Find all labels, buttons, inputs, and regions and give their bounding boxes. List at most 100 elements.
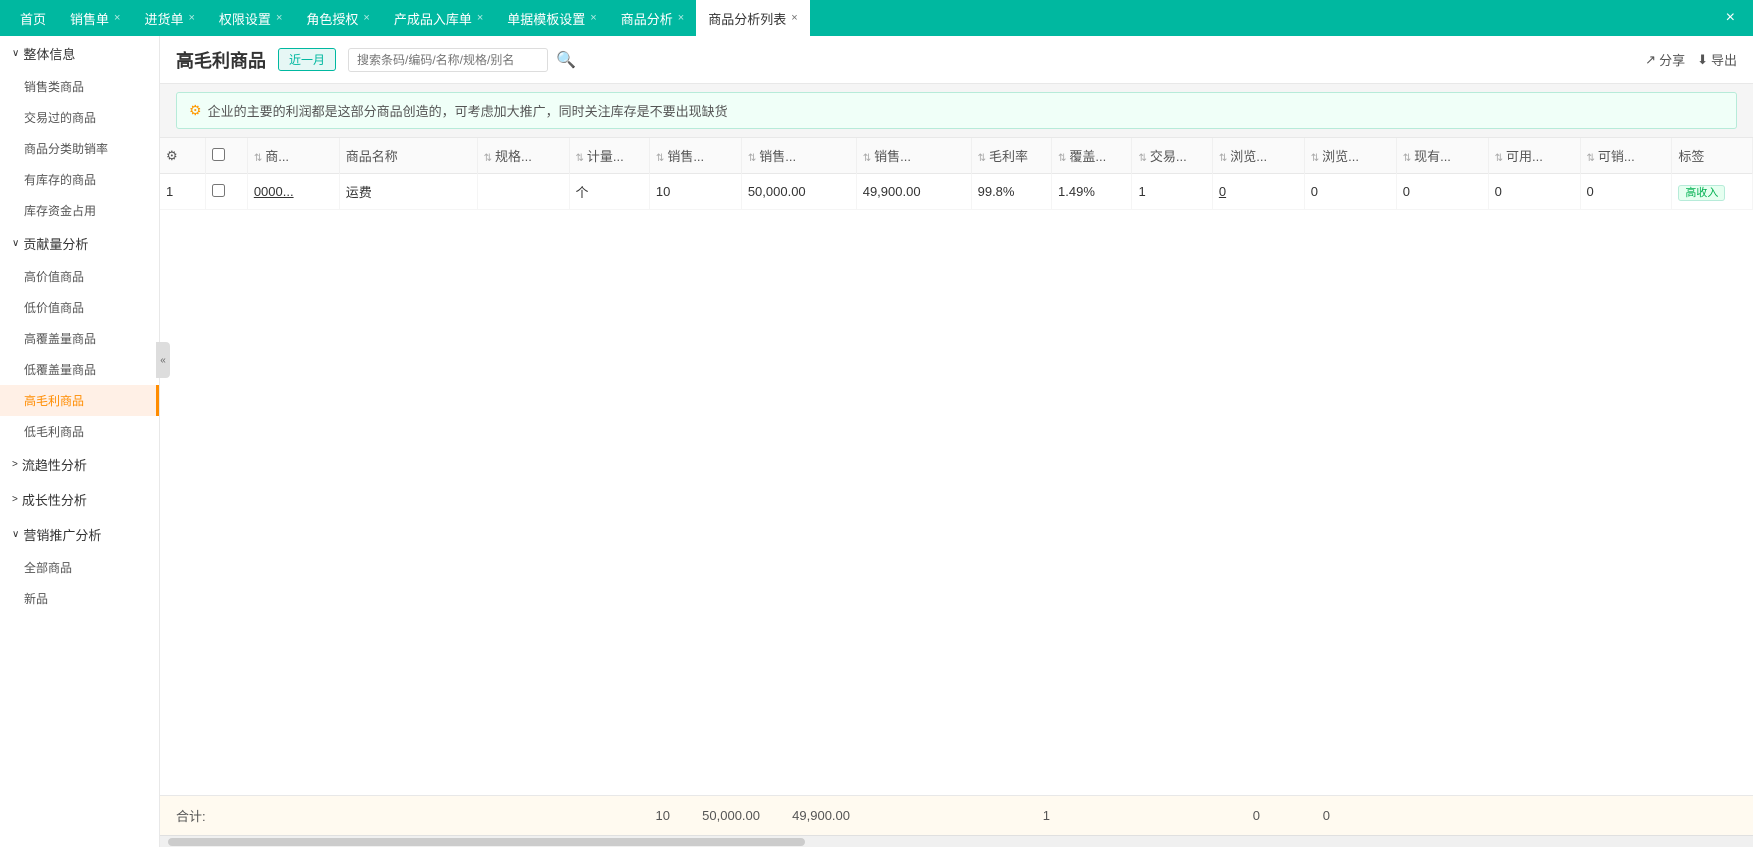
table-cell-8: 49,900.00 bbox=[856, 174, 971, 210]
section-arrow: ∨ bbox=[12, 529, 19, 540]
col-header-9[interactable]: 毛利率 bbox=[971, 138, 1051, 174]
nav-close-icon[interactable]: × bbox=[678, 12, 684, 24]
product-tag: 高收入 bbox=[1678, 185, 1725, 201]
settings-icon[interactable]: ⚙ bbox=[166, 148, 178, 163]
col-header-15[interactable]: 可用... bbox=[1488, 138, 1580, 174]
col-header-1 bbox=[206, 138, 247, 174]
search-icon-button[interactable]: 🔍 bbox=[556, 50, 576, 70]
footer-current: 0 bbox=[1196, 808, 1266, 823]
sidebar: ∨整体信息销售类商品交易过的商品商品分类助销率有库存的商品库存资金占用 ∨ 贡献量分… bbox=[0, 36, 160, 847]
footer-label: 合计: bbox=[176, 806, 296, 825]
col-header-13[interactable]: 浏览... bbox=[1304, 138, 1396, 174]
nav-close-icon[interactable]: × bbox=[188, 12, 194, 24]
sidebar-item-低价值商品[interactable]: 低价值商品 bbox=[0, 292, 159, 323]
sidebar-wrapper: ∨整体信息销售类商品交易过的商品商品分类助销率有库存的商品库存资金占用 ∨ 贡献量分… bbox=[0, 36, 160, 847]
nav-close-icon[interactable]: × bbox=[363, 12, 369, 24]
nav-item-产成品入库单[interactable]: 产成品入库单× bbox=[382, 0, 495, 36]
footer-totals: 合计: 10 50,000.00 49,900.00 1 0 0 bbox=[160, 795, 1753, 835]
alert-icon: ⚙ bbox=[189, 102, 202, 119]
col-header-10[interactable]: 覆盖... bbox=[1052, 138, 1132, 174]
table-row: 10000...运费个1050,000.0049,900.0099.8%1.49… bbox=[160, 174, 1753, 210]
nav-item-商品分析列表[interactable]: 商品分析列表× bbox=[696, 0, 809, 36]
row-checkbox[interactable] bbox=[212, 184, 225, 197]
nav-item-进货单[interactable]: 进货单× bbox=[132, 0, 206, 36]
col-header-11[interactable]: 交易... bbox=[1132, 138, 1212, 174]
date-filter-button[interactable]: 近一月 bbox=[278, 48, 336, 71]
col-header-17: 标签 bbox=[1672, 138, 1753, 174]
share-button[interactable]: ↗ 分享 bbox=[1645, 50, 1685, 69]
footer-available: 0 bbox=[1266, 808, 1336, 823]
sidebar-item-有库存的商品[interactable]: 有库存的商品 bbox=[0, 164, 159, 195]
col-header-4[interactable]: 规格... bbox=[477, 138, 569, 174]
footer-sales2: 50,000.00 bbox=[676, 808, 766, 823]
col-header-6[interactable]: 销售... bbox=[649, 138, 741, 174]
section-arrow: ∨ bbox=[12, 238, 19, 249]
sidebar-collapse-button[interactable]: « bbox=[156, 342, 170, 378]
sidebar-item-低毛利商品[interactable]: 低毛利商品 bbox=[0, 416, 159, 447]
section-arrow: > bbox=[12, 459, 18, 470]
table-cell-9: 99.8% bbox=[971, 174, 1051, 210]
sidebar-section-成长性分析[interactable]: >成长性分析 bbox=[0, 482, 159, 517]
col-header-0: ⚙ bbox=[160, 138, 206, 174]
table-cell-16: 0 bbox=[1580, 174, 1672, 210]
table-cell-15: 0 bbox=[1488, 174, 1580, 210]
nav-item-销售单[interactable]: 销售单× bbox=[58, 0, 132, 36]
nav-close-icon[interactable]: × bbox=[791, 12, 797, 24]
share-icon: ↗ bbox=[1645, 52, 1656, 68]
select-all-checkbox[interactable] bbox=[212, 148, 225, 161]
close-window-button[interactable]: × bbox=[1716, 9, 1745, 27]
col-header-3: 商品名称 bbox=[339, 138, 477, 174]
nav-item-商品分析[interactable]: 商品分析× bbox=[609, 0, 696, 36]
nav-close-icon[interactable]: × bbox=[477, 12, 483, 24]
section-label: 贡献量分析 bbox=[23, 234, 88, 253]
col-header-2[interactable]: 商... bbox=[247, 138, 339, 174]
sidebar-item-低覆盖量商品[interactable]: 低覆盖量商品 bbox=[0, 354, 159, 385]
sidebar-item-高覆盖量商品[interactable]: 高覆盖量商品 bbox=[0, 323, 159, 354]
main-layout: ∨整体信息销售类商品交易过的商品商品分类助销率有库存的商品库存资金占用 ∨ 贡献量分… bbox=[0, 36, 1753, 847]
sidebar-item-高价值商品[interactable]: 高价值商品 bbox=[0, 261, 159, 292]
col-header-7[interactable]: 销售... bbox=[741, 138, 856, 174]
sidebar-item-库存资金占用[interactable]: 库存资金占用 bbox=[0, 195, 159, 226]
col-header-5[interactable]: 计量... bbox=[569, 138, 649, 174]
nav-close-icon[interactable]: × bbox=[276, 12, 282, 24]
table-cell-6: 10 bbox=[649, 174, 741, 210]
content-header: 高毛利商品 近一月 🔍 ↗ 分享 ⬇ 导出 bbox=[160, 36, 1753, 84]
nav-item-首页[interactable]: 首页 bbox=[8, 0, 58, 36]
sidebar-item-交易过的商品[interactable]: 交易过的商品 bbox=[0, 102, 159, 133]
sidebar-item-全部商品[interactable]: 全部商品 bbox=[0, 552, 159, 583]
sidebar-item-高毛利商品[interactable]: 高毛利商品 bbox=[0, 385, 159, 416]
table-cell-13: 0 bbox=[1304, 174, 1396, 210]
scrollbar-thumb[interactable] bbox=[168, 838, 805, 846]
nav-item-角色授权[interactable]: 角色授权× bbox=[294, 0, 381, 36]
footer-transaction: 1 bbox=[996, 808, 1056, 823]
sidebar-item-新品[interactable]: 新品 bbox=[0, 583, 159, 614]
nav-close-icon[interactable]: × bbox=[114, 12, 120, 24]
footer-sales3: 49,900.00 bbox=[766, 808, 856, 823]
export-button[interactable]: ⬇ 导出 bbox=[1697, 50, 1737, 69]
table-cell-5: 个 bbox=[569, 174, 649, 210]
sidebar-section-营销推广分析[interactable]: ∨ 营销推广分析 bbox=[0, 517, 159, 552]
product-code[interactable]: 0000... bbox=[254, 184, 294, 199]
col-header-16[interactable]: 可销... bbox=[1580, 138, 1672, 174]
section-label: 成长性分析 bbox=[22, 490, 87, 509]
table-cell-17: 高收入 bbox=[1672, 174, 1753, 210]
sidebar-section-整体信息[interactable]: ∨整体信息 bbox=[0, 36, 159, 71]
table-cell-2: 0000... bbox=[247, 174, 339, 210]
nav-item-单据模板设置[interactable]: 单据模板设置× bbox=[495, 0, 608, 36]
nav-item-权限设置[interactable]: 权限设置× bbox=[207, 0, 294, 36]
browse1-link[interactable]: 0 bbox=[1219, 184, 1226, 199]
table-container[interactable]: ⚙商...商品名称规格...计量...销售...销售...销售...毛利率覆盖.… bbox=[160, 137, 1753, 795]
col-header-12[interactable]: 浏览... bbox=[1212, 138, 1304, 174]
table-cell-0: 1 bbox=[160, 174, 206, 210]
sidebar-section-贡献量分析[interactable]: ∨ 贡献量分析 bbox=[0, 226, 159, 261]
section-label: 营销推广分析 bbox=[23, 525, 101, 544]
col-header-8[interactable]: 销售... bbox=[856, 138, 971, 174]
search-input[interactable] bbox=[348, 48, 548, 72]
sidebar-section-流趋性分析[interactable]: >流趋性分析 bbox=[0, 447, 159, 482]
nav-close-icon[interactable]: × bbox=[590, 12, 596, 24]
export-icon: ⬇ bbox=[1697, 52, 1708, 68]
bottom-scrollbar[interactable] bbox=[160, 835, 1753, 847]
col-header-14[interactable]: 现有... bbox=[1396, 138, 1488, 174]
sidebar-item-商品分类助销率[interactable]: 商品分类助销率 bbox=[0, 133, 159, 164]
sidebar-item-销售类商品[interactable]: 销售类商品 bbox=[0, 71, 159, 102]
